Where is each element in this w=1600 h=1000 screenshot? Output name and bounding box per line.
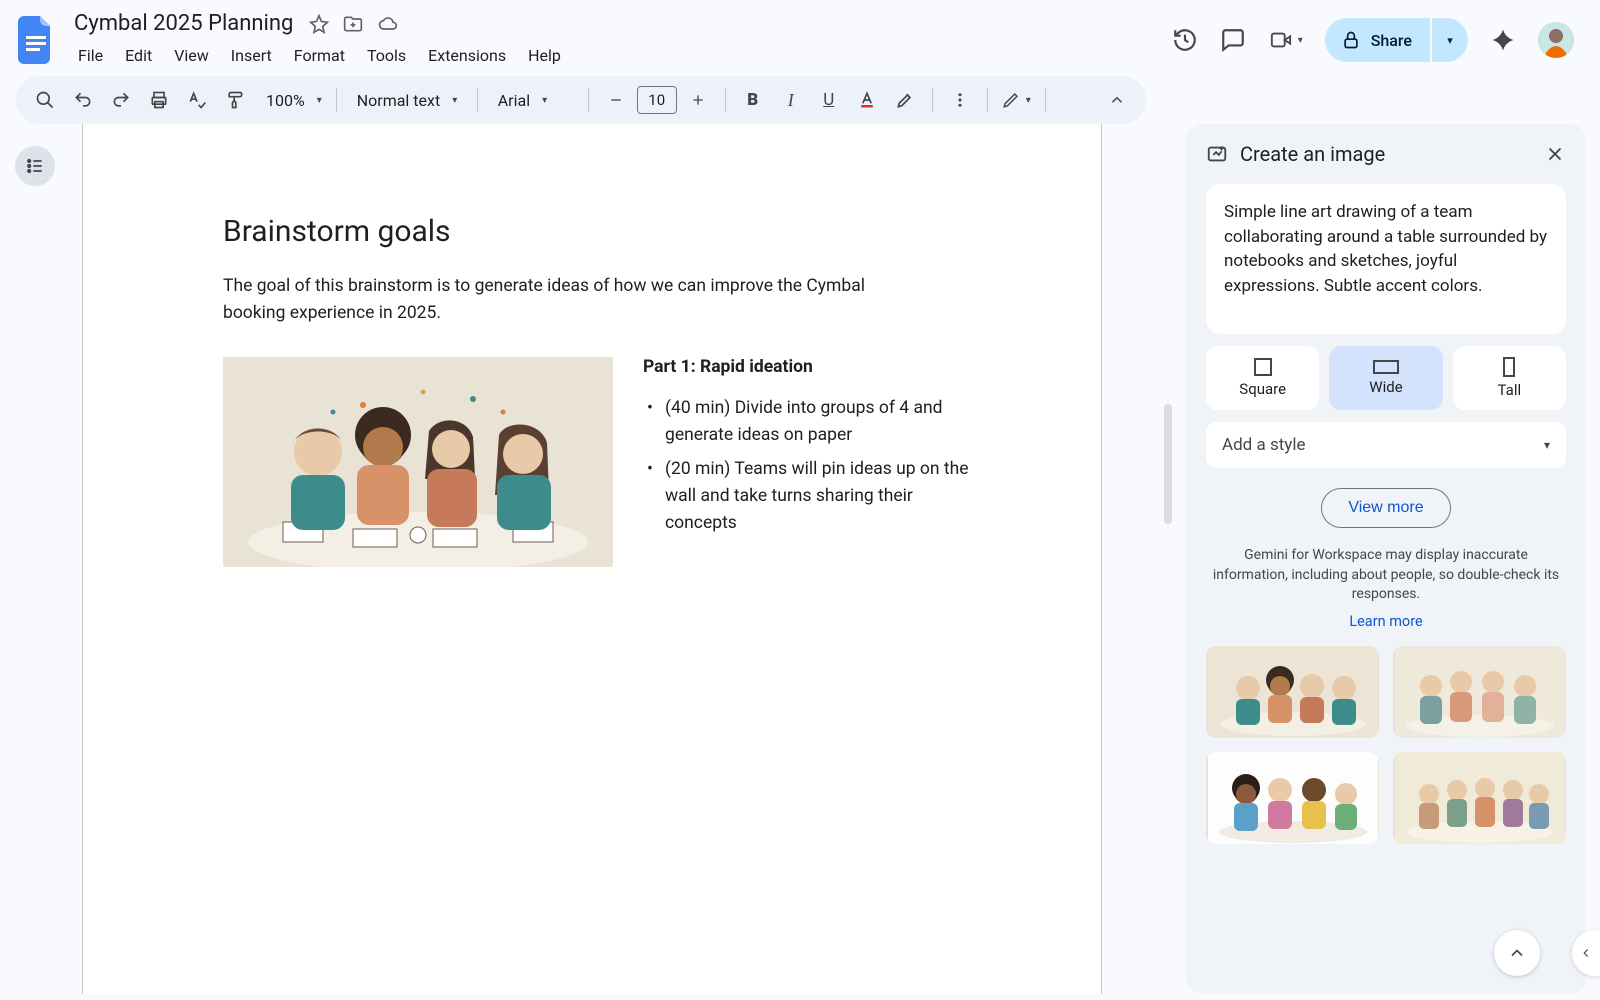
- bullet-list[interactable]: (40 min) Divide into groups of 4 and gen…: [643, 395, 981, 537]
- close-icon[interactable]: [1544, 143, 1566, 165]
- app-header: Cymbal 2025 Planning File Edit View Inse…: [0, 0, 1600, 72]
- scrollbar-thumb[interactable]: [1164, 404, 1172, 524]
- bold-icon[interactable]: B: [736, 83, 770, 117]
- document-area[interactable]: Brainstorm goals The goal of this brains…: [70, 124, 1176, 994]
- document-page[interactable]: Brainstorm goals The goal of this brains…: [82, 124, 1102, 994]
- editing-mode-dropdown[interactable]: ▾: [998, 91, 1035, 109]
- result-thumbnail[interactable]: [1206, 752, 1379, 844]
- doc-intro-paragraph[interactable]: The goal of this brainstorm is to genera…: [223, 273, 903, 327]
- prompt-textarea[interactable]: Simple line art drawing of a team collab…: [1206, 184, 1566, 334]
- meet-icon[interactable]: ▾: [1268, 27, 1303, 53]
- style-dropdown[interactable]: Add a style ▾: [1206, 422, 1566, 468]
- list-item[interactable]: (20 min) Teams will pin ideas up on the …: [643, 456, 981, 537]
- italic-icon[interactable]: I: [774, 83, 808, 117]
- menu-file[interactable]: File: [68, 40, 113, 71]
- underline-icon[interactable]: U: [812, 83, 846, 117]
- aspect-square-button[interactable]: Square: [1206, 346, 1319, 410]
- decrease-font-icon[interactable]: [599, 83, 633, 117]
- title-area: Cymbal 2025 Planning File Edit View Inse…: [68, 9, 571, 71]
- collapse-toolbar-icon[interactable]: [1100, 83, 1134, 117]
- view-more-button[interactable]: View more: [1321, 488, 1450, 528]
- menu-view[interactable]: View: [164, 40, 219, 71]
- gemini-spark-icon[interactable]: [1490, 27, 1516, 53]
- comments-icon[interactable]: [1220, 27, 1246, 53]
- chevron-down-icon: ▾: [1544, 438, 1550, 452]
- lock-icon: [1341, 30, 1361, 50]
- results-grid: [1206, 646, 1566, 844]
- part-title[interactable]: Part 1: Rapid ideation: [643, 357, 981, 377]
- square-icon: [1254, 358, 1272, 376]
- share-button[interactable]: Share: [1325, 18, 1430, 62]
- move-icon[interactable]: [343, 14, 363, 34]
- menu-bar: File Edit View Insert Format Tools Exten…: [68, 40, 571, 71]
- scroll-to-top-button[interactable]: [1494, 930, 1540, 976]
- menu-help[interactable]: Help: [518, 40, 571, 71]
- result-thumbnail[interactable]: [1206, 646, 1379, 738]
- share-split: Share ▾: [1325, 18, 1468, 62]
- history-icon[interactable]: [1172, 27, 1198, 53]
- list-item[interactable]: (40 min) Divide into groups of 4 and gen…: [643, 395, 981, 449]
- document-title[interactable]: Cymbal 2025 Planning: [68, 9, 299, 38]
- menu-insert[interactable]: Insert: [221, 40, 282, 71]
- account-avatar[interactable]: [1538, 22, 1574, 58]
- create-image-icon: [1206, 143, 1228, 165]
- menu-tools[interactable]: Tools: [357, 40, 416, 71]
- aspect-ratio-row: Square Wide Tall: [1206, 346, 1566, 410]
- tall-icon: [1503, 357, 1515, 377]
- result-thumbnail[interactable]: [1393, 646, 1566, 738]
- workspace: Brainstorm goals The goal of this brains…: [0, 124, 1600, 994]
- star-icon[interactable]: [309, 14, 329, 34]
- disclaimer-text: Gemini for Workspace may display inaccur…: [1206, 546, 1566, 605]
- more-icon[interactable]: [943, 83, 977, 117]
- aspect-tall-button[interactable]: Tall: [1453, 346, 1566, 410]
- cloud-status-icon[interactable]: [377, 14, 399, 34]
- font-size-input[interactable]: 10: [637, 86, 677, 114]
- highlight-icon[interactable]: [888, 83, 922, 117]
- menu-edit[interactable]: Edit: [115, 40, 162, 71]
- undo-icon[interactable]: [66, 83, 100, 117]
- wide-icon: [1373, 360, 1399, 374]
- docs-logo[interactable]: [16, 13, 56, 67]
- toolbar: 100%▾ Normal text▾ Arial▾ 10 B I U ▾: [16, 76, 1146, 124]
- increase-font-icon[interactable]: [681, 83, 715, 117]
- share-label: Share: [1371, 31, 1412, 50]
- create-image-panel: Create an image Simple line art drawing …: [1186, 124, 1586, 994]
- inserted-image[interactable]: [223, 357, 613, 567]
- spellcheck-icon[interactable]: [180, 83, 214, 117]
- font-dropdown[interactable]: Arial▾: [488, 91, 578, 110]
- learn-more-link[interactable]: Learn more: [1206, 613, 1566, 630]
- paint-format-icon[interactable]: [218, 83, 252, 117]
- menu-format[interactable]: Format: [284, 40, 355, 71]
- result-thumbnail[interactable]: [1393, 752, 1566, 844]
- search-icon[interactable]: [28, 83, 62, 117]
- header-right: ▾ Share ▾: [1172, 18, 1584, 62]
- redo-icon[interactable]: [104, 83, 138, 117]
- doc-heading[interactable]: Brainstorm goals: [223, 214, 981, 249]
- print-icon[interactable]: [142, 83, 176, 117]
- menu-extensions[interactable]: Extensions: [418, 40, 516, 71]
- share-dropdown[interactable]: ▾: [1432, 18, 1468, 62]
- panel-title: Create an image: [1240, 142, 1385, 166]
- left-rail: [0, 124, 70, 994]
- aspect-wide-button[interactable]: Wide: [1329, 346, 1442, 410]
- paragraph-style-dropdown[interactable]: Normal text▾: [347, 91, 467, 110]
- zoom-dropdown[interactable]: 100%▾: [256, 91, 326, 110]
- outline-toggle-icon[interactable]: [15, 146, 55, 186]
- text-color-icon[interactable]: [850, 83, 884, 117]
